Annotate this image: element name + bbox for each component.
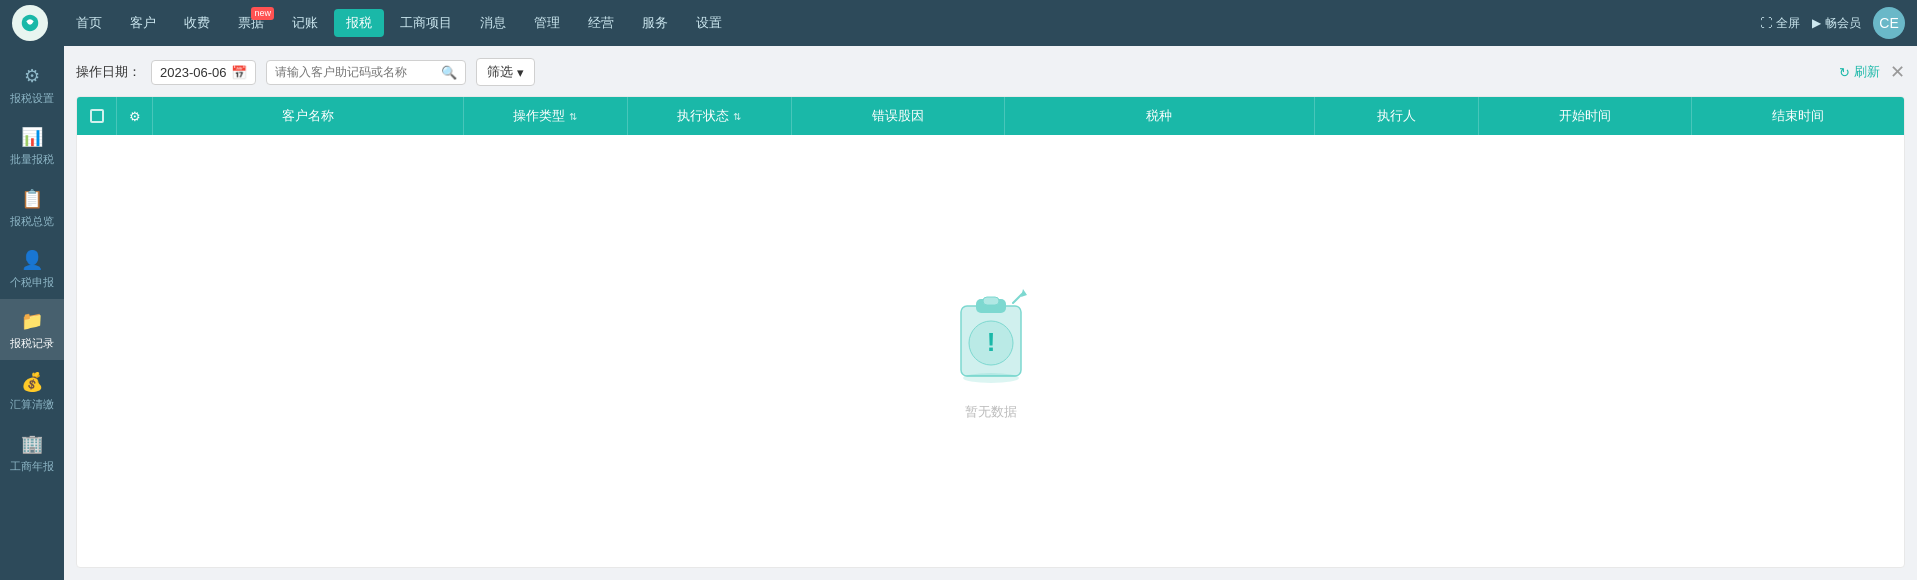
svg-text:!: !	[986, 327, 995, 357]
sort-icon-status: ⇅	[733, 111, 741, 122]
empty-illustration: !	[941, 281, 1041, 391]
sidebar-item-报税记录[interactable]: 📁 报税记录	[0, 299, 64, 360]
sidebar-item-个税申报[interactable]: 👤 个税申报	[0, 238, 64, 299]
money-icon: 💰	[20, 370, 44, 394]
th-executor: 执行人	[1315, 97, 1479, 135]
th-checkbox[interactable]	[77, 97, 117, 135]
avatar[interactable]: CE	[1873, 7, 1905, 39]
member-icon: ▶	[1812, 16, 1821, 30]
fullscreen-icon: ⛶	[1760, 16, 1772, 30]
sort-icon: ⇅	[569, 111, 577, 122]
th-setting[interactable]: ⚙	[117, 97, 153, 135]
toolbar: 操作日期： 2023-06-06 📅 🔍 筛选 ▾ ↻ 刷新 ✕	[76, 58, 1905, 86]
fullscreen-button[interactable]: ⛶ 全屏	[1760, 15, 1800, 32]
close-button[interactable]: ✕	[1890, 61, 1905, 83]
th-operation-type[interactable]: 操作类型 ⇅	[464, 97, 628, 135]
th-start-time: 开始时间	[1479, 97, 1692, 135]
sidebar-label: 工商年报	[10, 459, 54, 473]
table-header: ⚙ 客户名称 操作类型 ⇅ 执行状态 ⇅ 错误股因 税种	[77, 97, 1904, 135]
sidebar-label: 报税总览	[10, 214, 54, 228]
th-customer-name: 客户名称	[153, 97, 464, 135]
search-input[interactable]	[275, 65, 437, 79]
date-value: 2023-06-06	[160, 65, 227, 80]
svg-rect-2	[983, 297, 999, 305]
th-end-time: 结束时间	[1692, 97, 1904, 135]
date-picker[interactable]: 2023-06-06 📅	[151, 60, 256, 85]
sidebar-item-报税总览[interactable]: 📋 报税总览	[0, 177, 64, 238]
nav-items: 首页客户收费票据new记账报税工商项目消息管理经营服务设置	[64, 9, 1760, 37]
nav-item-设置[interactable]: 设置	[684, 9, 734, 37]
chart-icon: 📊	[20, 125, 44, 149]
sidebar-item-报税设置[interactable]: ⚙ 报税设置	[0, 54, 64, 115]
nav-item-服务[interactable]: 服务	[630, 9, 680, 37]
refresh-label: 刷新	[1854, 63, 1880, 81]
refresh-button[interactable]: ↻ 刷新	[1839, 63, 1880, 81]
sidebar-item-工商年报[interactable]: 🏢 工商年报	[0, 422, 64, 483]
header-checkbox	[90, 109, 104, 123]
th-tax-type: 税种	[1005, 97, 1316, 135]
toolbar-right: ↻ 刷新 ✕	[1839, 61, 1905, 83]
table-container: ⚙ 客户名称 操作类型 ⇅ 执行状态 ⇅ 错误股因 税种	[76, 96, 1905, 568]
filter-label: 筛选	[487, 63, 513, 81]
main-layout: ⚙ 报税设置 📊 批量报税 📋 报税总览 👤 个税申报 📁 报税记录 💰 汇算清缴 🏢 工商年报 操作日期…	[0, 46, 1917, 580]
th-exec-status[interactable]: 执行状态 ⇅	[628, 97, 792, 135]
sidebar-label: 批量报税	[10, 152, 54, 166]
svg-point-7	[963, 373, 1019, 383]
nav-item-报税[interactable]: 报税	[334, 9, 384, 37]
sidebar-item-汇算清缴[interactable]: 💰 汇算清缴	[0, 360, 64, 421]
logo[interactable]	[12, 5, 48, 41]
empty-text: 暂无数据	[965, 403, 1017, 421]
person-icon: 👤	[20, 248, 44, 272]
nav-item-经营[interactable]: 经营	[576, 9, 626, 37]
sidebar-item-批量报税[interactable]: 📊 批量报税	[0, 115, 64, 176]
sidebar-label: 个税申报	[10, 275, 54, 289]
avatar-text: CE	[1879, 15, 1898, 31]
search-box[interactable]: 🔍	[266, 60, 466, 85]
content-area: 操作日期： 2023-06-06 📅 🔍 筛选 ▾ ↻ 刷新 ✕	[64, 46, 1917, 580]
svg-line-5	[1013, 293, 1023, 303]
calendar-icon: 📅	[231, 65, 247, 80]
chevron-down-icon: ▾	[517, 65, 524, 80]
nav-item-消息[interactable]: 消息	[468, 9, 518, 37]
nav-item-客户[interactable]: 客户	[118, 9, 168, 37]
settings-icon: ⚙	[129, 109, 141, 124]
search-icon: 🔍	[441, 65, 457, 80]
top-nav: 首页客户收费票据new记账报税工商项目消息管理经营服务设置 ⛶ 全屏 ▶ 畅会员…	[0, 0, 1917, 46]
table-body: ! 暂无数据	[77, 135, 1904, 567]
nav-item-票据[interactable]: 票据new	[226, 9, 276, 37]
nav-item-工商项目[interactable]: 工商项目	[388, 9, 464, 37]
sidebar-label: 报税设置	[10, 91, 54, 105]
sidebar-label: 汇算清缴	[10, 397, 54, 411]
fullscreen-label: 全屏	[1776, 15, 1800, 32]
top-nav-right: ⛶ 全屏 ▶ 畅会员 CE	[1760, 7, 1905, 39]
sidebar-label: 报税记录	[10, 336, 54, 350]
member-button[interactable]: ▶ 畅会员	[1812, 15, 1861, 32]
th-error-reason: 错误股因	[792, 97, 1005, 135]
building-icon: 🏢	[20, 432, 44, 456]
report-icon: 📋	[20, 187, 44, 211]
sidebar: ⚙ 报税设置 📊 批量报税 📋 报税总览 👤 个税申报 📁 报税记录 💰 汇算清缴 🏢 工商年报	[0, 46, 64, 580]
nav-item-管理[interactable]: 管理	[522, 9, 572, 37]
filter-button[interactable]: 筛选 ▾	[476, 58, 535, 86]
nav-item-首页[interactable]: 首页	[64, 9, 114, 37]
nav-badge-new: new	[251, 7, 274, 20]
settings-icon: ⚙	[20, 64, 44, 88]
nav-item-记账[interactable]: 记账	[280, 9, 330, 37]
date-label: 操作日期：	[76, 63, 141, 81]
nav-item-收费[interactable]: 收费	[172, 9, 222, 37]
member-label: 畅会员	[1825, 15, 1861, 32]
empty-state: ! 暂无数据	[941, 281, 1041, 421]
refresh-icon: ↻	[1839, 65, 1850, 80]
folder-icon: 📁	[20, 309, 44, 333]
